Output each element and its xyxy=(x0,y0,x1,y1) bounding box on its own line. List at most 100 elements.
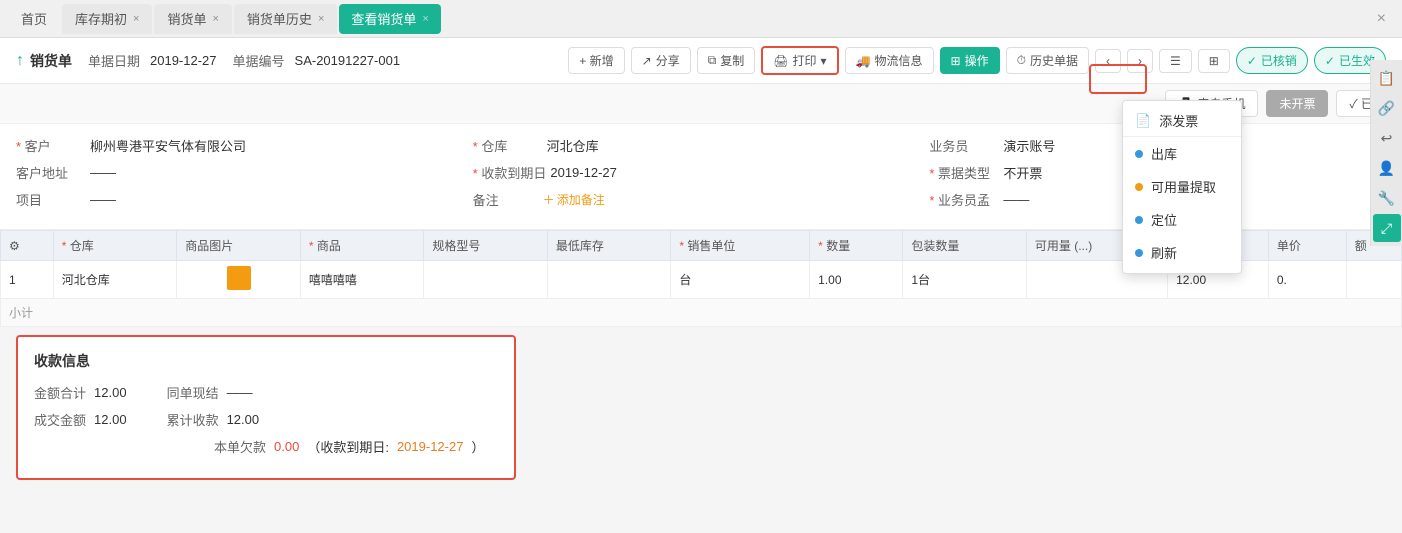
salesperson-label: 业务员 xyxy=(929,136,999,155)
sidebar-icon-5[interactable]: 🔧 xyxy=(1373,184,1401,212)
subtotal-label: 小计 xyxy=(1,299,1402,327)
doc-date-value: 2019-12-27 xyxy=(150,53,217,68)
print-icon: 🖨 xyxy=(773,54,788,68)
invoice-type-value: 不开票 xyxy=(999,163,1046,182)
copy-button[interactable]: ⧉ 复制 xyxy=(697,47,756,74)
customer-label: 客户 xyxy=(16,136,86,155)
history-icon: ⏱ xyxy=(1017,53,1026,68)
row-amount xyxy=(1346,261,1401,299)
print-button[interactable]: 🖨 打印 ▾ xyxy=(761,46,838,75)
dropdown-locate[interactable]: 定位 xyxy=(1123,203,1241,236)
sidebar-icon-6[interactable]: ⤢ xyxy=(1373,214,1401,242)
prev-record-button[interactable]: ‹ xyxy=(1095,49,1121,73)
warehouse-field: 仓库 河北仓库 xyxy=(473,136,930,155)
row-product-image xyxy=(177,261,301,299)
grid-view-button[interactable]: ⊞ xyxy=(1198,49,1230,73)
subtotal-row: 小计 xyxy=(1,299,1402,327)
status-cancelled: ✓ 已核销 xyxy=(1236,47,1308,74)
payment-same-order: 同单现结 —— xyxy=(167,383,253,402)
tab-sales-history[interactable]: 销货单历史 × xyxy=(234,4,337,34)
available-qty-dot xyxy=(1135,183,1143,191)
right-sidebar: 📋 🔗 ↩ 👤 🔧 ⤢ xyxy=(1370,60,1402,246)
row-warehouse: 河北仓库 xyxy=(53,261,177,299)
dropdown-refresh[interactable]: 刷新 xyxy=(1123,236,1241,269)
owed-note: （收款到期日: xyxy=(307,437,389,456)
tab-sales[interactable]: 销货单 × xyxy=(154,4,231,34)
payment-section: 收款信息 金额合计 12.00 同单现结 —— 成交金额 12.00 累计收款 xyxy=(16,335,516,480)
sidebar-icon-4[interactable]: 👤 xyxy=(1373,154,1401,182)
col-min-stock: 最低库存 xyxy=(547,231,671,261)
row-product: 嘻嘻嘻嘻 xyxy=(300,261,424,299)
customer-value: 柳州粤港平安气体有限公司 xyxy=(86,136,250,155)
customer-field: 客户 柳州粤港平安气体有限公司 xyxy=(16,136,473,155)
payment-total: 金额合计 12.00 xyxy=(34,383,127,402)
doc-meta: 单据日期 2019-12-27 单据编号 SA-20191227-001 xyxy=(88,51,400,70)
logistics-button[interactable]: 🚚 物流信息 xyxy=(845,47,934,74)
sidebar-icon-3[interactable]: ↩ xyxy=(1373,124,1401,152)
cumulative-label: 累计收款 xyxy=(167,410,219,429)
print-dropdown-icon: ▾ xyxy=(821,54,827,68)
payment-date-field: 收款到期日 2019-12-27 xyxy=(473,163,930,182)
sidebar-icon-1[interactable]: 📋 xyxy=(1373,64,1401,92)
history-button[interactable]: ⏱ 历史单据 xyxy=(1006,47,1089,74)
document-icon: 📄 xyxy=(1135,113,1151,129)
operations-button[interactable]: ⊞ 操作 xyxy=(940,47,1000,74)
col-settings[interactable]: ⚙ xyxy=(1,231,54,261)
doc-number-value: SA-20191227-001 xyxy=(295,53,401,68)
customer-address-value: —— xyxy=(86,165,120,180)
project-field: 项目 —— xyxy=(16,190,473,209)
total-label: 金额合计 xyxy=(34,383,86,402)
tab-inventory-close[interactable]: × xyxy=(133,13,139,25)
tab-inventory[interactable]: 库存期初 × xyxy=(62,4,152,34)
owed-value: 0.00 xyxy=(274,439,299,454)
list-view-button[interactable]: ☰ xyxy=(1159,49,1192,73)
owed-label: 本单欠款 xyxy=(214,437,266,456)
row-spec xyxy=(424,261,548,299)
toolbar: + 新增 ↗ 分享 ⧉ 复制 🖨 打印 ▾ 🚚 物流信息 ⊞ 操作 xyxy=(568,46,1386,75)
plus-icon: ＋ xyxy=(543,191,555,208)
share-button[interactable]: ↗ 分享 xyxy=(631,47,691,74)
total-value: 12.00 xyxy=(94,385,127,400)
tab-sales-history-close[interactable]: × xyxy=(318,13,324,25)
customer-address-field: 客户地址 —— xyxy=(16,163,473,182)
salesperson2-value: —— xyxy=(999,192,1033,207)
check-icon-2: ✓ xyxy=(1325,54,1335,68)
not-open-button[interactable]: 未开票 xyxy=(1266,90,1328,117)
next-record-button[interactable]: › xyxy=(1127,49,1153,73)
project-value: —— xyxy=(86,192,120,207)
row-pack-qty: 1台 xyxy=(903,261,1027,299)
dropdown-available-qty[interactable]: 可用量提取 xyxy=(1123,170,1241,203)
row-unit-price: 0. xyxy=(1268,261,1346,299)
refresh-dot xyxy=(1135,249,1143,257)
invoice-type-label: 票据类型 xyxy=(929,163,999,182)
payment-date-value: 2019-12-27 xyxy=(546,165,621,180)
add-button[interactable]: + 新增 xyxy=(568,47,624,74)
row-quantity: 1.00 xyxy=(810,261,903,299)
dropdown-outbound[interactable]: 出库 xyxy=(1123,137,1241,170)
same-order-value: —— xyxy=(227,385,253,400)
tab-bar: 首页 库存期初 × 销货单 × 销货单历史 × 查看销货单 × × xyxy=(0,0,1402,38)
payment-date-label: 收款到期日 xyxy=(473,163,547,182)
doc-type-label: 销货单 xyxy=(30,51,72,71)
col-warehouse: 仓库 xyxy=(53,231,177,261)
sidebar-icon-2[interactable]: 🔗 xyxy=(1373,94,1401,122)
same-order-label: 同单现结 xyxy=(167,383,219,402)
tab-check-sales-close[interactable]: × xyxy=(422,13,428,25)
grid-icon: ⊞ xyxy=(951,54,961,68)
customer-address-label: 客户地址 xyxy=(16,163,86,182)
payment-row-1: 金额合计 12.00 同单现结 —— xyxy=(34,383,498,402)
dropdown-add-invoice[interactable]: 📄 添发票 xyxy=(1123,105,1241,137)
row-sales-unit: 台 xyxy=(671,261,810,299)
sales-order-icon: ↑ xyxy=(16,52,24,70)
add-note-button[interactable]: ＋ 添加备注 xyxy=(543,191,605,208)
owed-note-end: ） xyxy=(471,437,484,456)
tab-check-sales[interactable]: 查看销货单 × xyxy=(339,4,440,34)
tab-sales-close[interactable]: × xyxy=(212,13,218,25)
locate-dot xyxy=(1135,216,1143,224)
window-close-button[interactable]: × xyxy=(1369,10,1394,28)
tab-home[interactable]: 首页 xyxy=(8,4,60,34)
payment-row-2: 成交金额 12.00 累计收款 12.00 xyxy=(34,410,498,429)
doc-header: ↑ 销货单 单据日期 2019-12-27 单据编号 SA-20191227-0… xyxy=(0,38,1402,84)
owed-date: 2019-12-27 xyxy=(397,439,464,454)
operations-dropdown: 📄 添发票 出库 可用量提取 定位 刷新 xyxy=(1122,100,1242,274)
